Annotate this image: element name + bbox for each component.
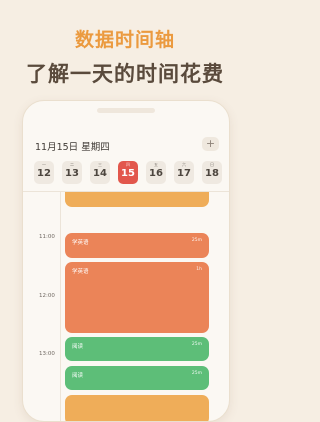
day-number: 18 bbox=[205, 168, 219, 179]
event-name: 阅读 bbox=[72, 373, 84, 379]
day-number: 14 bbox=[93, 168, 107, 179]
event-block[interactable] bbox=[65, 395, 209, 421]
day-number: 13 bbox=[65, 168, 79, 179]
day-tab-16[interactable]: 五 16 bbox=[146, 161, 166, 184]
time-label-13: 13:00 bbox=[39, 351, 55, 357]
day-number: 16 bbox=[149, 168, 163, 179]
event-block[interactable] bbox=[65, 192, 209, 207]
event-block[interactable]: 学英语 25m bbox=[65, 233, 209, 258]
date-title: 11月15日 星期四 bbox=[35, 142, 110, 153]
day-weekday: 六 bbox=[182, 162, 186, 167]
event-name: 阅读 bbox=[72, 344, 84, 350]
phone-frame: 11月15日 星期四 + 一 12 二 13 三 14 四 15 五 16 六 … bbox=[22, 100, 230, 422]
day-number: 12 bbox=[37, 168, 51, 179]
add-button[interactable]: + bbox=[202, 137, 219, 151]
event-block[interactable]: 学英语 1h bbox=[65, 262, 209, 333]
headline-primary: 数据时间轴 bbox=[74, 29, 175, 51]
day-weekday: 四 bbox=[126, 162, 130, 167]
event-duration: 1h bbox=[196, 267, 202, 272]
day-weekday: 三 bbox=[98, 162, 102, 167]
event-block[interactable]: 阅读 25m bbox=[65, 366, 209, 390]
day-weekday: 二 bbox=[70, 162, 74, 167]
timeline-axis bbox=[60, 191, 61, 421]
time-label-12: 12:00 bbox=[39, 293, 55, 299]
event-duration: 25m bbox=[191, 342, 202, 347]
phone-notch bbox=[97, 108, 155, 113]
event-name: 学英语 bbox=[72, 240, 89, 246]
day-tab-17[interactable]: 六 17 bbox=[174, 161, 194, 184]
day-number: 17 bbox=[177, 168, 191, 179]
day-weekday: 一 bbox=[42, 162, 46, 167]
day-tab-14[interactable]: 三 14 bbox=[90, 161, 110, 184]
event-duration: 25m bbox=[191, 371, 202, 376]
day-tab-12[interactable]: 一 12 bbox=[34, 161, 54, 184]
event-name: 学英语 bbox=[72, 269, 89, 275]
time-label-11: 11:00 bbox=[39, 234, 55, 240]
event-duration: 25m bbox=[191, 238, 202, 243]
day-weekday: 五 bbox=[154, 162, 158, 167]
day-weekday: 日 bbox=[210, 162, 214, 167]
headline-secondary: 了解一天的时间花费 bbox=[26, 62, 224, 86]
day-tab-18[interactable]: 日 18 bbox=[202, 161, 222, 184]
day-number: 15 bbox=[121, 168, 135, 179]
day-tab-15-selected[interactable]: 四 15 bbox=[118, 161, 138, 184]
day-tab-13[interactable]: 二 13 bbox=[62, 161, 82, 184]
week-strip: 一 12 二 13 三 14 四 15 五 16 六 17 日 18 bbox=[34, 161, 222, 185]
event-block[interactable]: 阅读 25m bbox=[65, 337, 209, 361]
